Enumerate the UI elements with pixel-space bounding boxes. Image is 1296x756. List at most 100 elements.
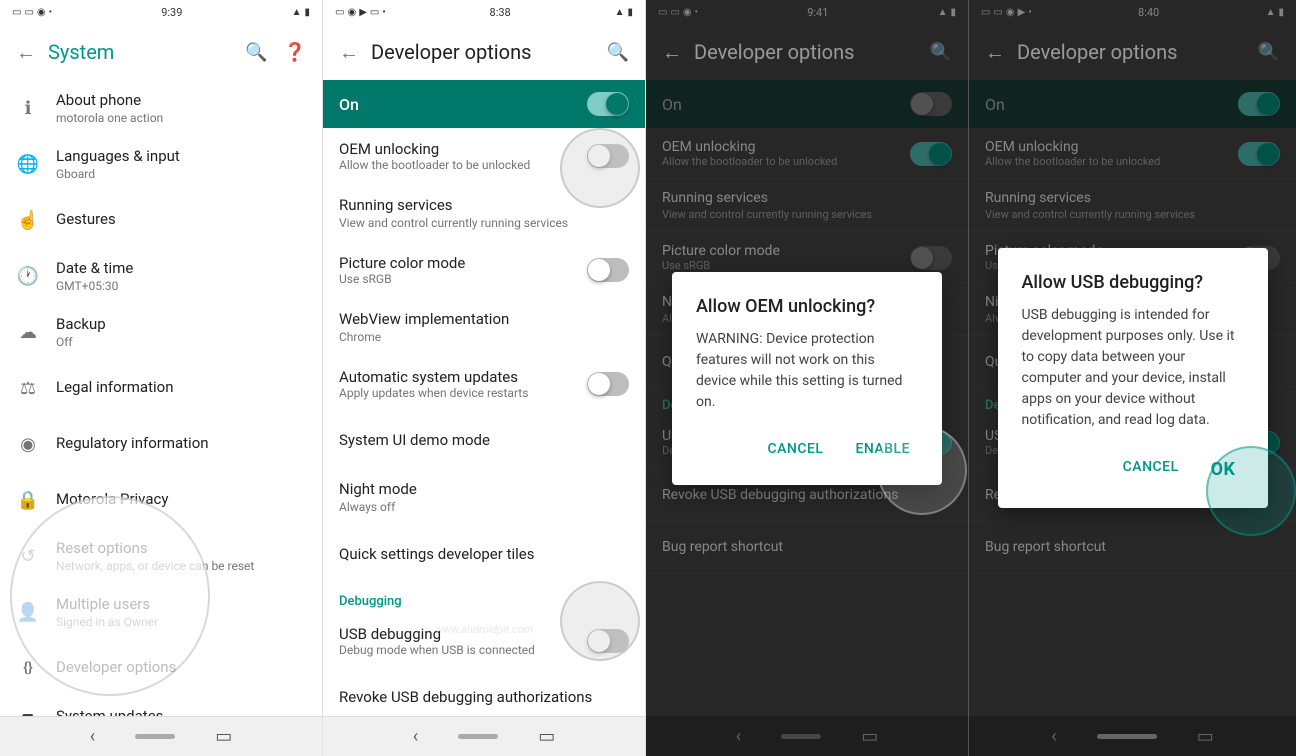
usb-debugging-row[interactable]: USB debugging Debug mode when USB is con… [323,613,645,669]
languages-label: Languages & input [56,147,180,167]
reset-text: Reset options Network, apps, or device c… [56,539,254,573]
night-mode-title: Night mode [339,480,629,498]
about-phone-sub: motorola one action [56,111,163,125]
privacy-icon: 🔒 [16,488,40,512]
usb-dialog-container: Allow USB debugging? USB debugging is in… [998,248,1268,508]
back-icon-left[interactable]: ← [16,40,36,65]
dot2-icon: • [382,7,385,18]
picture-color-toggle[interactable] [587,258,629,282]
system-ui-demo-item[interactable]: System UI demo mode [323,412,645,468]
auto-updates-row[interactable]: Automatic system updates Apply updates w… [323,356,645,412]
picture-color-sub: Use sRGB [339,272,465,286]
updates-text: System updates Updated to Android 9 [56,707,169,716]
oem-dialog-body: WARNING: Device protection features will… [696,329,918,413]
revoke-usb-item[interactable]: Revoke USB debugging authorizations [323,669,645,716]
home-btn-mid[interactable] [458,734,498,739]
recents-btn-left[interactable]: ▭ [215,726,232,747]
running-services-item[interactable]: Running services View and control curren… [323,184,645,242]
regulatory-icon: ◉ [16,432,40,456]
picture-color-text: Picture color mode Use sRGB [339,254,465,286]
on-label-1: On [339,95,359,114]
dark-panels-container: ▭ ▭ ◉ • 9:41 ▲ ▮ ← Developer options 🔍 O… [646,0,1296,756]
about-phone-icon: ℹ [16,96,40,120]
back-icon-mid[interactable]: ← [339,40,359,65]
languages-text: Languages & input Gboard [56,147,180,181]
sidebar-item-backup[interactable]: ☁ Backup Off [0,304,322,360]
developer-header-1: ← Developer options 🔍 [323,24,645,80]
datetime-icon: 🕐 [16,264,40,288]
sidebar-item-regulatory[interactable]: ◉ Regulatory information [0,416,322,472]
back-btn-left[interactable]: ‹ [90,726,95,747]
back-btn-mid[interactable]: ‹ [413,726,418,747]
sidebar-item-multiple-users[interactable]: 👤 Multiple users Signed in as Owner [0,584,322,640]
file-icon: ▭ [12,7,21,18]
auto-updates-text: Automatic system updates Apply updates w… [339,368,528,400]
legal-text: Legal information [56,378,173,398]
users-label: Multiple users [56,595,158,615]
auto-updates-toggle[interactable] [587,372,629,396]
reset-label: Reset options [56,539,254,559]
notif1-icon: ▭ [335,7,344,18]
notif3-icon: ▶ [359,7,367,18]
sidebar-item-reset[interactable]: ↺ Reset options Network, apps, or device… [0,528,322,584]
gestures-icon: ☝ [16,208,40,232]
running-services-sub: View and control currently running servi… [339,216,629,230]
languages-icon: 🌐 [16,152,40,176]
usb-ok-button[interactable]: OK [1203,455,1244,484]
search-icon-mid[interactable]: 🔍 [607,42,629,63]
sidebar-item-motorola-privacy[interactable]: 🔒 Motorola Privacy [0,472,322,528]
legal-label: Legal information [56,378,173,398]
users-sub: Signed in as Owner [56,615,158,629]
oem-unlocking-row[interactable]: OEM unlocking Allow the bootloader to be… [323,128,645,184]
search-icon-left[interactable]: 🔍 [245,42,267,63]
time-left: 9:39 [161,6,182,19]
usb-debugging-toggle[interactable] [587,629,629,653]
gestures-text: Gestures [56,210,116,230]
backup-sub: Off [56,335,106,349]
on-toggle-1[interactable] [587,92,629,116]
sidebar-item-languages[interactable]: 🌐 Languages & input Gboard [0,136,322,192]
oem-dialog-container: Allow OEM unlocking? WARNING: Device pro… [672,272,942,485]
quick-settings-item[interactable]: Quick settings developer tiles [323,526,645,582]
privacy-text: Motorola Privacy [56,490,168,510]
oem-dialog-actions: Cancel Enable [696,437,918,461]
oem-cancel-button[interactable]: Cancel [759,437,831,461]
reset-icon: ↺ [16,544,40,568]
night-mode-item[interactable]: Night mode Always off [323,468,645,526]
sidebar-item-developer-options[interactable]: {} Developer options [0,640,322,696]
sidebar-item-gestures[interactable]: ☝ Gestures [0,192,322,248]
sidebar-item-date-time[interactable]: 🕐 Date & time GMT+05:30 [0,248,322,304]
oem-enable-button[interactable]: Enable [847,437,918,461]
battery2-icon: ▮ [627,7,633,18]
picture-color-row[interactable]: Picture color mode Use sRGB [323,242,645,298]
home-btn-left[interactable] [135,734,175,739]
quick-settings-title: Quick settings developer tiles [339,545,629,563]
datetime-text: Date & time GMT+05:30 [56,259,133,293]
recents-btn-mid[interactable]: ▭ [538,726,555,747]
usb-debugging-title: USB debugging [339,625,535,643]
oem-toggle[interactable] [587,144,629,168]
oem-title: OEM unlocking [339,140,530,158]
developer-panel-3: ▭ ▭ ◉ • 9:41 ▲ ▮ ← Developer options 🔍 O… [646,0,969,756]
usb-dialog: Allow USB debugging? USB debugging is in… [998,248,1268,508]
sidebar-item-legal[interactable]: ⚖ Legal information [0,360,322,416]
datetime-label: Date & time [56,259,133,279]
status-bar-left: ▭ ▭ ◉ • 9:39 ▲ ▮ [0,0,322,24]
night-mode-sub: Always off [339,500,629,514]
help-icon-left[interactable]: ❓ [284,42,306,63]
sidebar-item-system-updates[interactable]: 📱 System updates Updated to Android 9 [0,696,322,716]
developer-title-1: Developer options [371,40,595,64]
usb-dialog-overlay: Allow USB debugging? USB debugging is in… [969,0,1296,756]
backup-text: Backup Off [56,315,106,349]
developer-panel-4: ▭ ▭ ◉ ▶ • 8:40 ▲ ▮ ← Developer options 🔍… [969,0,1296,756]
languages-sub: Gboard [56,167,180,181]
running-services-title: Running services [339,196,629,214]
users-text: Multiple users Signed in as Owner [56,595,158,629]
backup-label: Backup [56,315,106,335]
file2-icon: ▭ [24,7,33,18]
nav-bottom-left: ‹ ▭ [0,716,322,756]
webview-item[interactable]: WebView implementation Chrome [323,298,645,356]
revoke-usb-title: Revoke USB debugging authorizations [339,688,629,706]
sidebar-item-about-phone[interactable]: ℹ About phone motorola one action [0,80,322,136]
usb-cancel-button[interactable]: Cancel [1115,455,1187,484]
